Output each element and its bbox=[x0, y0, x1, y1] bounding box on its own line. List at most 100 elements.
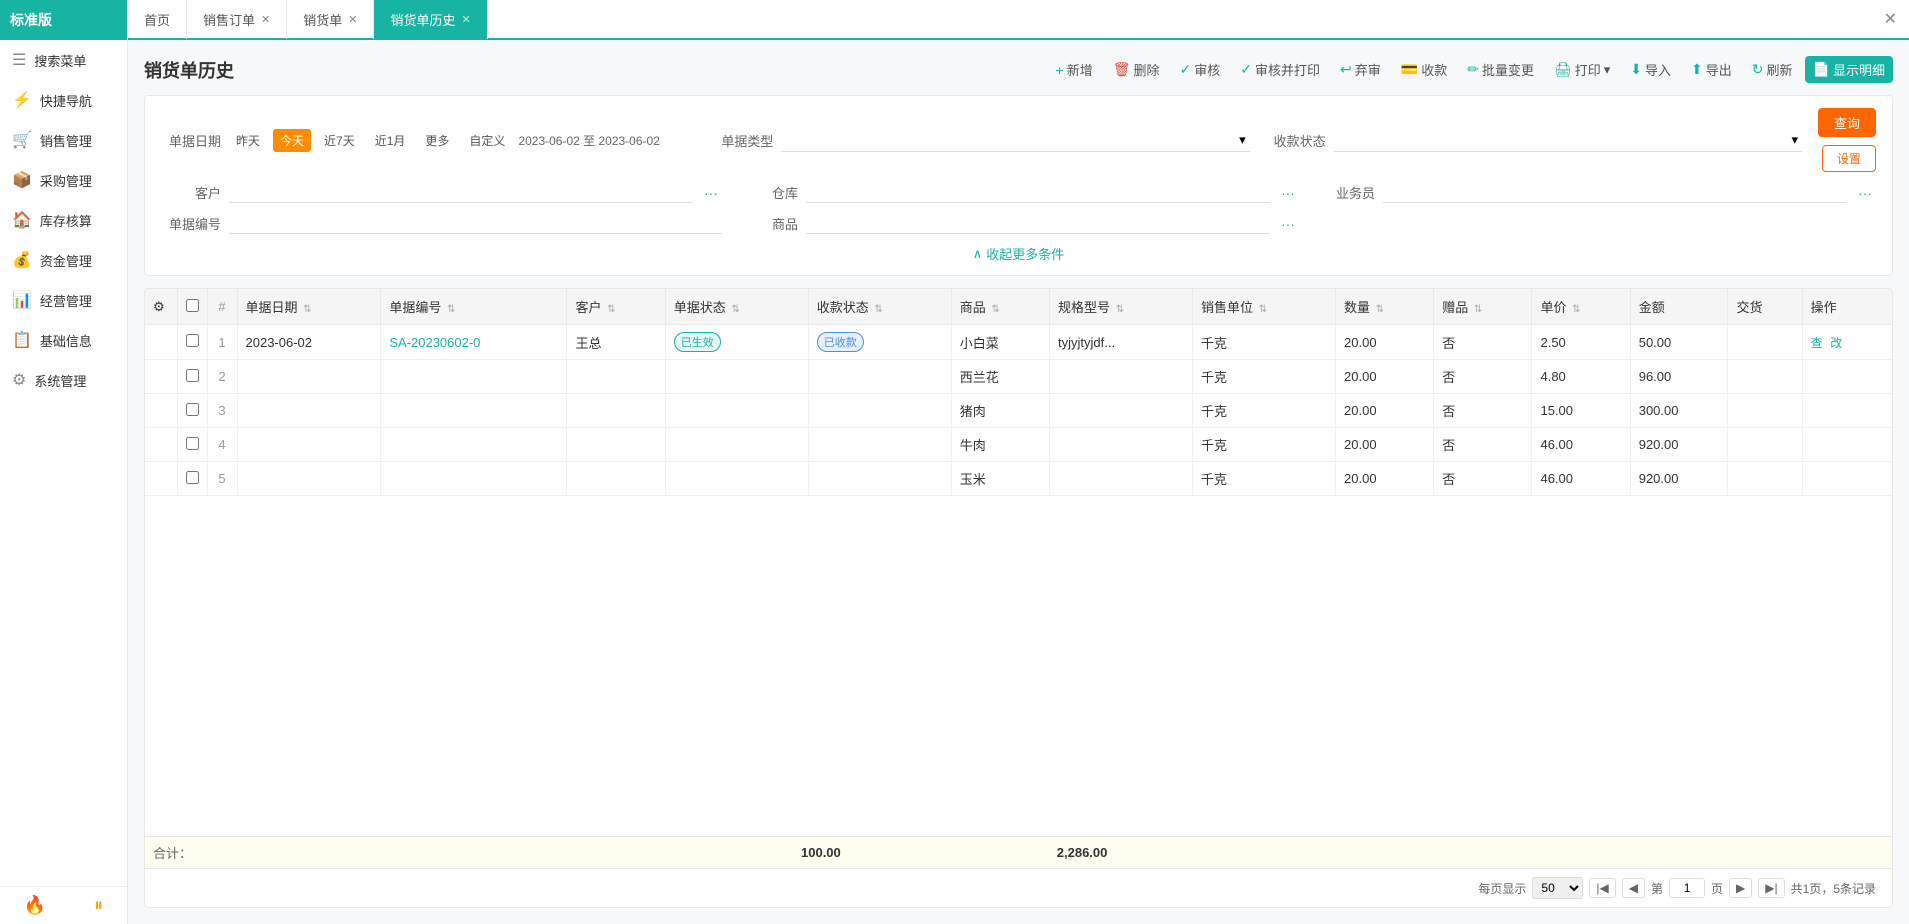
row2-checkbox[interactable] bbox=[177, 360, 207, 394]
batch-change-button[interactable]: ✏ 批量变更 bbox=[1459, 56, 1542, 83]
collapse-filter-btn[interactable]: ∧ 收起更多条件 bbox=[161, 244, 1876, 263]
table-scroll-area[interactable]: ⚙ # 单据日期 ⇅ 单据编号 bbox=[145, 289, 1892, 836]
purchase-icon: 📦 bbox=[12, 170, 32, 190]
row3-checkbox[interactable] bbox=[177, 394, 207, 428]
date-today-btn[interactable]: 今天 bbox=[273, 129, 311, 152]
col-unit[interactable]: 销售单位 ⇅ bbox=[1193, 289, 1336, 325]
row1-amount: 50.00 bbox=[1630, 325, 1728, 360]
data-table-wrap: ⚙ # 单据日期 ⇅ 单据编号 bbox=[144, 288, 1893, 908]
next-page-button[interactable]: ▶ bbox=[1729, 878, 1752, 898]
pause-icon[interactable]: ⏸ bbox=[94, 895, 103, 916]
select-all-checkbox[interactable] bbox=[186, 299, 199, 312]
row4-num: 4 bbox=[207, 428, 237, 462]
fire-icon[interactable]: 🔥 bbox=[24, 895, 46, 916]
sidebar-item-label: 经营管理 bbox=[40, 291, 92, 310]
col-unit-price[interactable]: 单价 ⇅ bbox=[1532, 289, 1630, 325]
date-custom-btn[interactable]: 自定义 bbox=[462, 129, 512, 152]
sidebar-item-sales-mgmt[interactable]: 🛒 销售管理 bbox=[0, 120, 127, 160]
row1-unit: 千克 bbox=[1193, 325, 1336, 360]
product-ellipsis-icon[interactable]: ··· bbox=[1277, 216, 1299, 232]
sidebar-item-sys-mgmt[interactable]: ⚙ 系统管理 bbox=[0, 360, 127, 400]
col-payment-status[interactable]: 收款状态 ⇅ bbox=[808, 289, 951, 325]
sidebar-item-inventory[interactable]: 🏠 库存核算 bbox=[0, 200, 127, 240]
close-tab-sales-order[interactable]: ✕ bbox=[261, 13, 270, 26]
col-spec[interactable]: 规格型号 ⇅ bbox=[1049, 289, 1192, 325]
col-doc-status[interactable]: 单据状态 ⇅ bbox=[665, 289, 808, 325]
tab-home[interactable]: 首页 bbox=[128, 0, 187, 39]
salesperson-input[interactable] bbox=[1383, 182, 1846, 203]
row4-checkbox[interactable] bbox=[177, 428, 207, 462]
print-button[interactable]: 🖨 打印 ▾ bbox=[1546, 56, 1618, 83]
row5-checkbox[interactable] bbox=[177, 462, 207, 496]
payment-status-select[interactable]: ▾ bbox=[1334, 129, 1802, 152]
sidebar-item-base-info[interactable]: 📋 基础信息 bbox=[0, 320, 127, 360]
first-page-button[interactable]: |◀ bbox=[1589, 878, 1615, 898]
row1-payment-status: 已收款 bbox=[808, 325, 951, 360]
salesperson-ellipsis-icon[interactable]: ··· bbox=[1854, 185, 1876, 201]
row2-check[interactable] bbox=[186, 369, 199, 382]
doc-type-select[interactable]: ▾ bbox=[781, 129, 1249, 152]
date-yesterday-btn[interactable]: 昨天 bbox=[229, 129, 267, 152]
customer-ellipsis-icon[interactable]: ··· bbox=[700, 185, 722, 201]
date-last1month-btn[interactable]: 近1月 bbox=[368, 129, 413, 152]
query-button[interactable]: 查询 bbox=[1818, 108, 1876, 137]
tab-sales-order[interactable]: 销售订单 ✕ bbox=[187, 0, 287, 39]
set-button[interactable]: 设置 bbox=[1822, 145, 1876, 172]
row2-doc-status bbox=[665, 360, 808, 394]
row4-unit: 千克 bbox=[1193, 428, 1336, 462]
delete-button[interactable]: 🗑 删除 bbox=[1105, 56, 1168, 83]
row1-doc-status: 已生效 bbox=[665, 325, 808, 360]
col-product[interactable]: 商品 ⇅ bbox=[951, 289, 1049, 325]
product-input[interactable] bbox=[806, 213, 1269, 234]
row1-doc-number[interactable]: SA-20230602-0 bbox=[381, 325, 567, 360]
sidebar-item-operation[interactable]: 📊 经营管理 bbox=[0, 280, 127, 320]
doc-number-input[interactable] bbox=[229, 213, 722, 234]
customer-input[interactable] bbox=[229, 182, 692, 203]
show-detail-button[interactable]: 📄 显示明细 bbox=[1805, 56, 1893, 83]
row3-amount: 300.00 bbox=[1630, 394, 1728, 428]
col-qty[interactable]: 数量 ⇅ bbox=[1336, 289, 1434, 325]
sidebar-item-search-menu[interactable]: ☰ 搜索菜单 bbox=[0, 40, 127, 80]
import-button[interactable]: ⬇ 导入 bbox=[1622, 56, 1679, 83]
col-checkbox[interactable] bbox=[177, 289, 207, 325]
row2-qty: 20.00 bbox=[1336, 360, 1434, 394]
audit-button[interactable]: ✓ 审核 bbox=[1172, 56, 1229, 83]
col-amount[interactable]: 金额 bbox=[1630, 289, 1728, 325]
col-settings[interactable]: ⚙ bbox=[145, 289, 177, 325]
row5-check[interactable] bbox=[186, 471, 199, 484]
row1-edit-action[interactable]: 改 bbox=[1830, 336, 1842, 350]
page-number-input[interactable] bbox=[1669, 878, 1705, 898]
refresh-button[interactable]: ↻ 刷新 bbox=[1744, 56, 1801, 83]
prev-page-button[interactable]: ◀ bbox=[1622, 878, 1645, 898]
date-last7-btn[interactable]: 近7天 bbox=[317, 129, 362, 152]
col-gift[interactable]: 赠品 ⇅ bbox=[1434, 289, 1532, 325]
close-tab-sales-delivery[interactable]: ✕ bbox=[348, 13, 357, 26]
warehouse-ellipsis-icon[interactable]: ··· bbox=[1277, 185, 1299, 201]
sidebar-item-finance[interactable]: 💰 资金管理 bbox=[0, 240, 127, 280]
last-page-button[interactable]: ▶| bbox=[1758, 878, 1784, 898]
warehouse-input[interactable] bbox=[806, 182, 1269, 203]
row1-view-action[interactable]: 查 bbox=[1811, 336, 1823, 350]
tab-sales-history[interactable]: 销货单历史 ✕ bbox=[374, 0, 487, 39]
row2-spec bbox=[1049, 360, 1192, 394]
collect-button[interactable]: 💳 收款 bbox=[1393, 56, 1455, 83]
abandon-button[interactable]: ↩ 弃审 bbox=[1332, 56, 1389, 83]
col-doc-date[interactable]: 单据日期 ⇅ bbox=[237, 289, 381, 325]
export-button[interactable]: ⬆ 导出 bbox=[1683, 56, 1740, 83]
date-more-btn[interactable]: 更多 bbox=[418, 129, 456, 152]
row2-gift: 否 bbox=[1434, 360, 1532, 394]
sidebar-item-quick-nav[interactable]: ⚡ 快捷导航 bbox=[0, 80, 127, 120]
close-tab-sales-history[interactable]: ✕ bbox=[462, 13, 471, 26]
row1-checkbox[interactable] bbox=[177, 325, 207, 360]
close-all-tabs-button[interactable]: ✕ bbox=[1872, 9, 1909, 29]
per-page-select[interactable]: 20 50 100 bbox=[1532, 877, 1583, 899]
row4-check[interactable] bbox=[186, 437, 199, 450]
new-button[interactable]: + 新增 bbox=[1048, 56, 1101, 83]
sidebar-item-purchase-mgmt[interactable]: 📦 采购管理 bbox=[0, 160, 127, 200]
row1-check[interactable] bbox=[186, 334, 199, 347]
row3-check[interactable] bbox=[186, 403, 199, 416]
tab-sales-delivery[interactable]: 销货单 ✕ bbox=[287, 0, 374, 39]
audit-print-button[interactable]: ✓ 审核并打印 bbox=[1232, 56, 1328, 83]
col-customer[interactable]: 客户 ⇅ bbox=[567, 289, 665, 325]
col-doc-number[interactable]: 单据编号 ⇅ bbox=[381, 289, 567, 325]
